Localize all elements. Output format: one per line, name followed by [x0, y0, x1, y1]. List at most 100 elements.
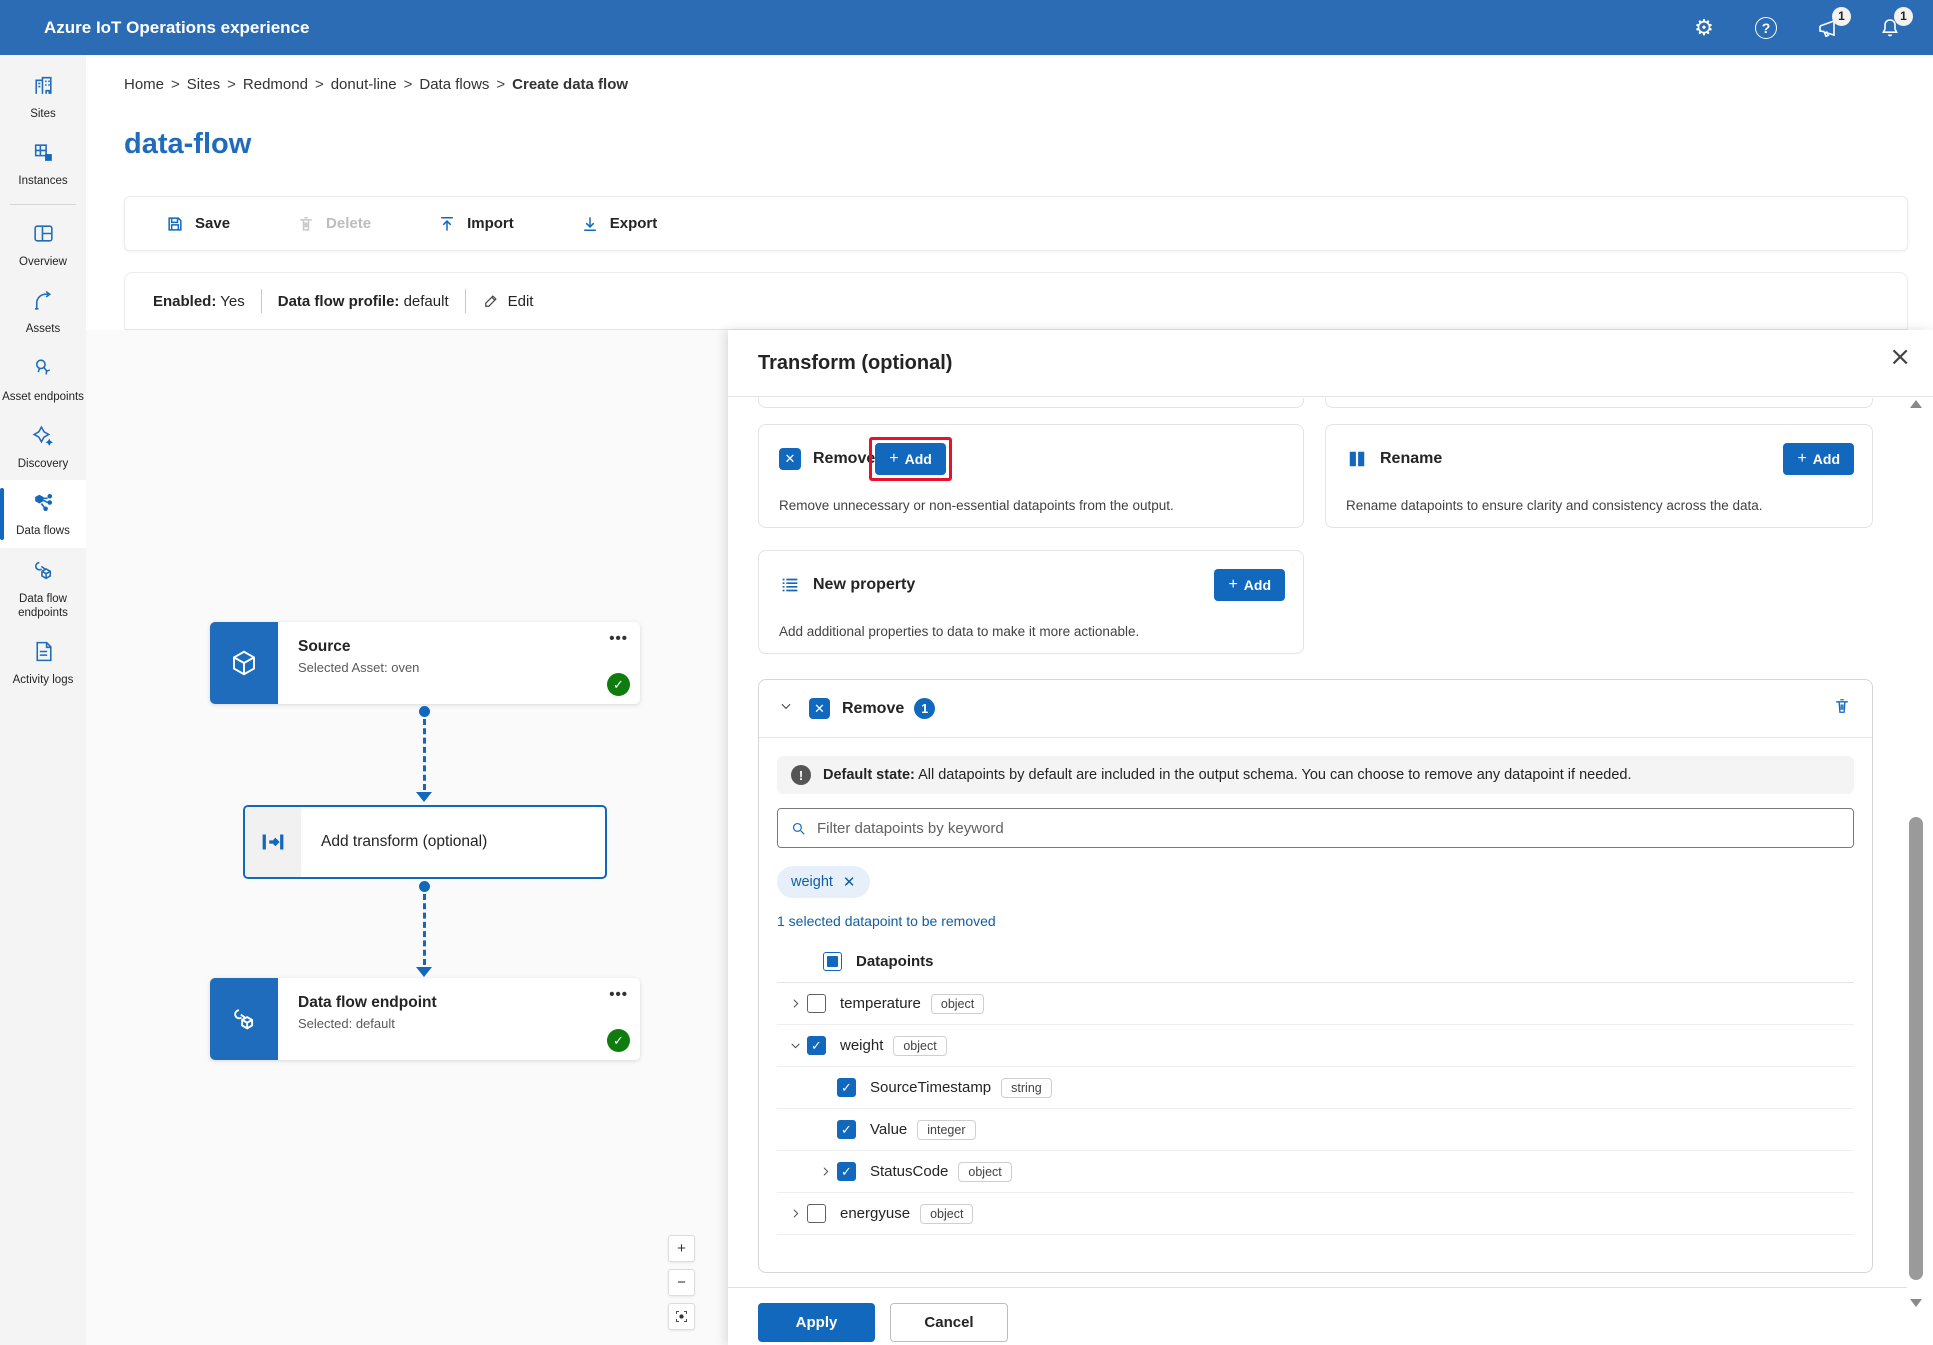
datapoint-name: SourceTimestamp — [870, 1079, 991, 1096]
datapoints-tree: Datapoints temperatureobject✓weightobjec… — [777, 941, 1854, 1235]
checkbox-statuscode[interactable]: ✓ — [837, 1162, 856, 1181]
scroll-up-arrow-icon[interactable] — [1910, 400, 1922, 408]
default-state-banner: ! Default state: All datapoints by defau… — [777, 756, 1854, 794]
zoom-in-button[interactable]: + — [668, 1235, 695, 1262]
settings-icon[interactable]: ⚙ — [1691, 15, 1717, 41]
topbar-actions: ⚙ ? 1 1 — [1691, 15, 1903, 41]
import-button[interactable]: Import — [437, 214, 514, 234]
notifications-icon[interactable]: 1 — [1877, 15, 1903, 41]
breadcrumb-separator: > — [404, 76, 413, 93]
transform-node-icon-block — [245, 807, 301, 877]
import-label: Import — [467, 215, 514, 232]
filter-datapoints-input[interactable] — [817, 820, 1841, 837]
sidebar-item-sites[interactable]: Sites — [0, 63, 86, 130]
datapoint-name: energyuse — [840, 1205, 910, 1222]
announcements-icon[interactable]: 1 — [1815, 15, 1841, 41]
save-button[interactable]: Save — [165, 214, 230, 234]
rename-add-button[interactable]: + Add — [1783, 443, 1854, 475]
apply-button[interactable]: Apply — [758, 1303, 875, 1342]
selected-datapoints-link[interactable]: 1 selected datapoint to be removed — [777, 913, 1854, 929]
source-node-menu-icon[interactable]: ••• — [609, 630, 628, 647]
remove-section: ✕ Remove 1 ! Default state: All datapoin… — [758, 679, 1873, 1273]
breadcrumb-item-sites[interactable]: Sites — [187, 76, 220, 93]
toolbar: Save Delete Import Export — [124, 196, 1908, 251]
new-property-card-desc: Add additional properties to data to mak… — [779, 624, 1139, 639]
checkbox-temperature[interactable] — [807, 994, 826, 1013]
breadcrumb-item-data-flows[interactable]: Data flows — [419, 76, 489, 93]
chevron-down-icon[interactable] — [777, 1039, 807, 1052]
sidebar-item-assets[interactable]: Assets — [0, 278, 86, 345]
remove-section-header[interactable]: ✕ Remove 1 — [759, 680, 1872, 738]
close-icon[interactable]: × — [1889, 344, 1911, 370]
breadcrumb-separator: > — [315, 76, 324, 93]
breadcrumb-item-donut-line[interactable]: donut-line — [331, 76, 397, 93]
datapoint-row-sourcetimestamp[interactable]: ✓SourceTimestampstring — [777, 1067, 1854, 1109]
sidebar-item-label: Data flows — [16, 524, 70, 538]
checkbox-energyuse[interactable] — [807, 1204, 826, 1223]
endpoint-node[interactable]: Data flow endpoint Selected: default •••… — [210, 978, 640, 1060]
divider — [261, 289, 262, 313]
sidebar-item-activity-logs[interactable]: Activity logs — [0, 629, 86, 696]
breadcrumb-item-redmond[interactable]: Redmond — [243, 76, 308, 93]
checkbox-value[interactable]: ✓ — [837, 1120, 856, 1139]
panel-footer: Apply Cancel — [758, 1303, 1008, 1342]
source-node-subtitle: Selected Asset: oven — [298, 660, 624, 675]
delete-button[interactable]: Delete — [296, 214, 371, 234]
sidebar-item-label: Overview — [19, 255, 67, 269]
sidebar-item-overview[interactable]: Overview — [0, 211, 86, 278]
chevron-right-icon[interactable] — [777, 1207, 807, 1220]
flow-canvas[interactable]: Source Selected Asset: oven ••• ✓ Add tr… — [86, 330, 728, 1345]
sidebar-item-data-flows[interactable]: Data flows — [0, 480, 86, 547]
scroll-down-arrow-icon[interactable] — [1910, 1299, 1922, 1307]
breadcrumb: Home>Sites>Redmond>donut-line>Data flows… — [124, 76, 628, 93]
source-node-title: Source — [298, 638, 624, 656]
transform-node[interactable]: Add transform (optional) — [243, 805, 607, 879]
sidebar-item-label: Discovery — [18, 457, 68, 471]
scrollbar-thumb[interactable] — [1909, 817, 1923, 1280]
sidebar-item-discovery[interactable]: Discovery — [0, 413, 86, 480]
sidebar-item-instances[interactable]: Instances — [0, 130, 86, 197]
select-all-checkbox[interactable] — [823, 952, 842, 971]
remove-add-button[interactable]: + Add — [875, 443, 946, 475]
source-node-valid-icon: ✓ — [607, 673, 630, 696]
checkbox-sourcetimestamp[interactable]: ✓ — [837, 1078, 856, 1097]
new-property-add-button[interactable]: + Add — [1214, 569, 1285, 601]
cancel-button[interactable]: Cancel — [890, 1303, 1008, 1342]
chip-close-icon[interactable]: ✕ — [843, 873, 856, 891]
datapoint-row-statuscode[interactable]: ✓StatusCodeobject — [777, 1151, 1854, 1193]
divider — [465, 289, 466, 313]
source-node[interactable]: Source Selected Asset: oven ••• ✓ — [210, 622, 640, 704]
chevron-right-icon[interactable] — [807, 1165, 837, 1178]
datapoint-row-value[interactable]: ✓Valueinteger — [777, 1109, 1854, 1151]
help-icon[interactable]: ? — [1753, 15, 1779, 41]
datapoints-header-label: Datapoints — [856, 953, 934, 970]
app-title: Azure IoT Operations experience — [44, 18, 309, 38]
trash-icon[interactable] — [1832, 696, 1852, 721]
assets-icon — [31, 288, 56, 318]
zoom-out-button[interactable]: − — [668, 1269, 695, 1296]
panel-footer-divider — [728, 1287, 1907, 1288]
cube-icon — [229, 648, 259, 678]
panel-scrollbar[interactable] — [1908, 400, 1924, 1307]
remove-section-title: Remove — [842, 700, 904, 718]
notifications-badge: 1 — [1894, 7, 1913, 26]
endpoint-node-valid-icon: ✓ — [607, 1029, 630, 1052]
sidebar-item-data-flow-endpoints[interactable]: Data flow endpoints — [0, 548, 86, 630]
chevron-right-icon[interactable] — [777, 997, 807, 1010]
datapoint-row-temperature[interactable]: temperatureobject — [777, 983, 1854, 1025]
edit-button[interactable]: Edit — [482, 292, 534, 310]
fit-view-button[interactable] — [668, 1303, 695, 1330]
datapoint-row-energyuse[interactable]: energyuseobject — [777, 1193, 1854, 1235]
checkbox-weight[interactable]: ✓ — [807, 1036, 826, 1055]
rename-card: Rename + Add Rename datapoints to ensure… — [1325, 424, 1873, 528]
datapoint-row-weight[interactable]: ✓weightobject — [777, 1025, 1854, 1067]
sidebar-item-asset-endpoints[interactable]: Asset endpoints — [0, 346, 86, 413]
breadcrumb-item-home[interactable]: Home — [124, 76, 164, 93]
endpoint-node-title: Data flow endpoint — [298, 994, 624, 1012]
chevron-down-icon[interactable] — [779, 699, 793, 718]
endpoint-node-menu-icon[interactable]: ••• — [609, 986, 628, 1003]
datapoint-type-badge: object — [893, 1036, 946, 1056]
export-button[interactable]: Export — [580, 214, 658, 234]
weight-filter-chip[interactable]: weight ✕ — [777, 866, 870, 898]
delete-icon — [296, 214, 316, 234]
